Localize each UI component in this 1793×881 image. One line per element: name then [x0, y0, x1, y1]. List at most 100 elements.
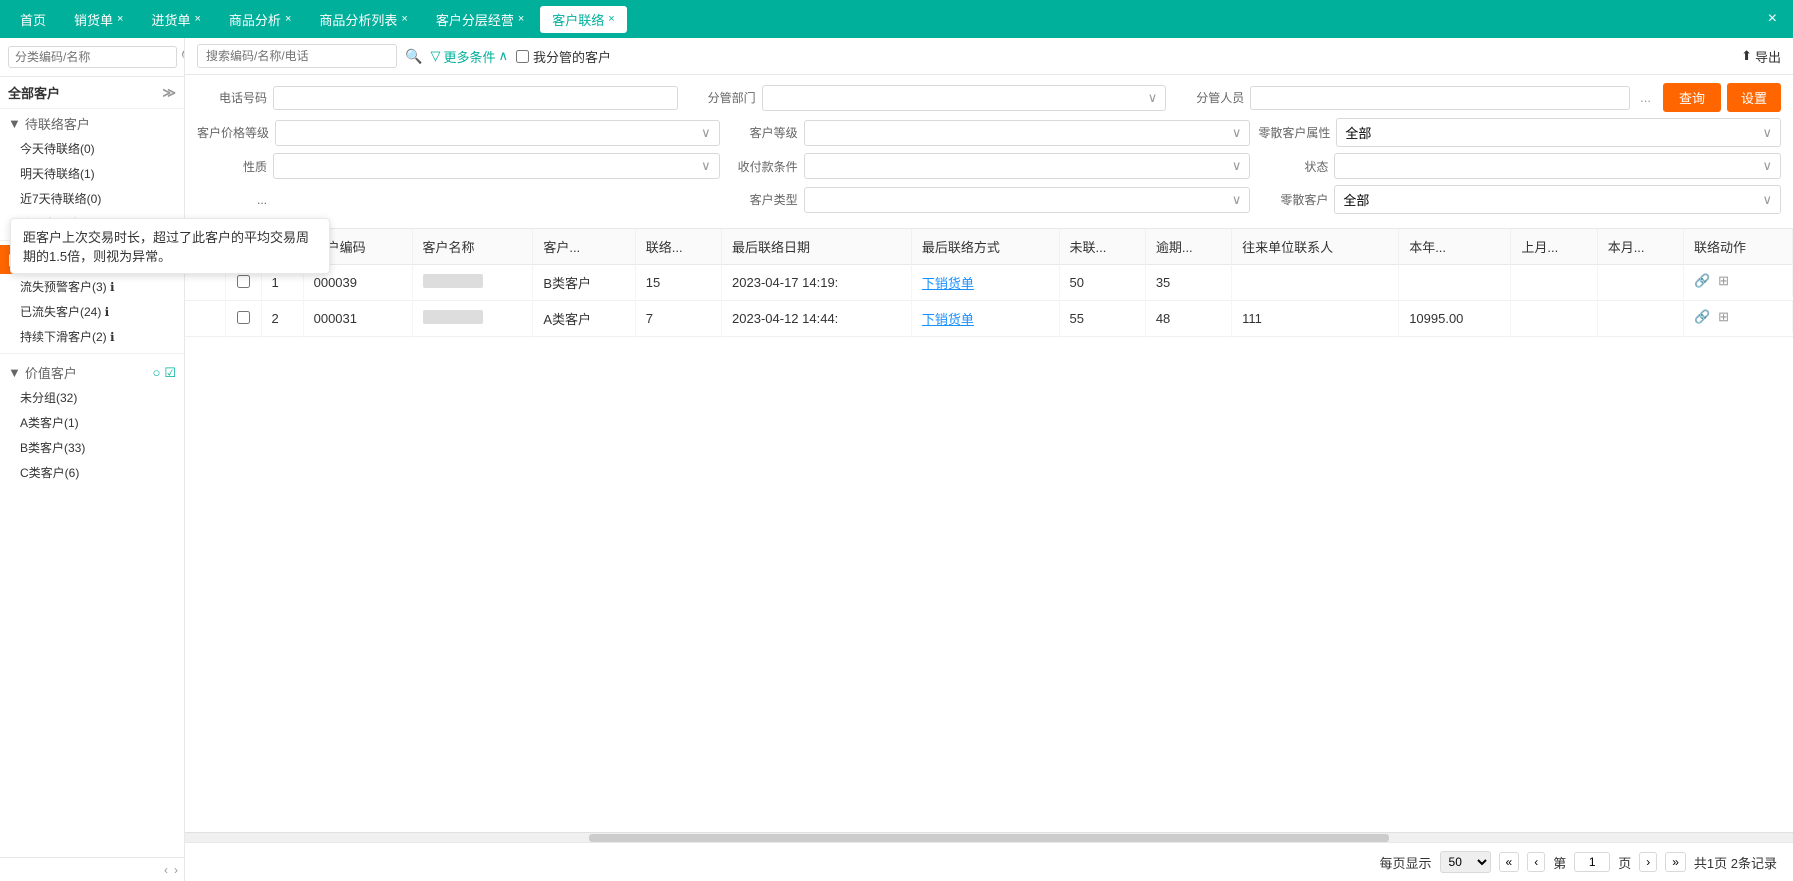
export-btn[interactable]: ⬆ 导出 — [1741, 47, 1781, 66]
sidebar-bottom-right-icon[interactable]: › — [174, 863, 178, 877]
price-grade-select[interactable]: ∨ — [275, 120, 720, 146]
sidebar-bottom: ‹ › — [0, 857, 184, 881]
sidebar-item-c-class[interactable]: C类客户(6) — [0, 460, 184, 485]
price-grade-arrow: ∨ — [701, 125, 711, 141]
nav-tab-analysis[interactable]: 商品分析 × — [217, 6, 303, 33]
customer-grade-select[interactable]: ∨ — [804, 120, 1251, 146]
sidebar-item-churn-warning[interactable]: 流失预警客户(3) ℹ — [0, 274, 184, 299]
prev-page-btn[interactable]: ‹ — [1527, 852, 1545, 872]
close-purchase-icon[interactable]: × — [194, 13, 200, 25]
export-icon: ⬆ — [1741, 48, 1752, 64]
more-conditions-btn[interactable]: ▽ 更多条件 ∧ — [430, 47, 508, 66]
extra-dots: ... — [197, 193, 267, 207]
row2-method-link[interactable]: 下销货单 — [922, 312, 974, 327]
horizontal-scrollbar[interactable] — [185, 832, 1793, 842]
manager-dots[interactable]: ... — [1640, 90, 1651, 105]
row1-type: B类客户 — [533, 265, 635, 301]
sidebar-bottom-left-icon[interactable]: ‹ — [164, 863, 168, 877]
next-page-btn[interactable]: › — [1639, 852, 1657, 872]
sidebar-divider-2 — [0, 353, 184, 354]
filter-row-4: ... 客户类型 ∨ 零散客户 全部 ∨ — [197, 185, 1781, 214]
row1-last-method: 下销货单 — [911, 265, 1059, 301]
nav-tab-customer-contact[interactable]: 客户联络 × — [540, 6, 626, 33]
row2-action-copy-icon[interactable]: ⊞ — [1718, 309, 1729, 325]
sidebar-item-ungroup[interactable]: 未分组(32) — [0, 385, 184, 410]
close-customer-contact-icon[interactable]: × — [608, 13, 614, 25]
payment-select[interactable]: ∨ — [804, 153, 1251, 179]
customer-type-select[interactable]: ∨ — [804, 187, 1251, 213]
top-nav: 首页 销货单 × 进货单 × 商品分析 × 商品分析列表 × 客户分层经营 × … — [0, 0, 1793, 38]
phone-label: 电话号码 — [197, 89, 267, 106]
main-search-icon[interactable]: 🔍 — [405, 48, 422, 65]
filter-bar: 🔍 ▽ 更多条件 ∧ 我分管的客户 ⬆ 导出 — [185, 38, 1793, 75]
sidebar-search-input[interactable] — [8, 46, 177, 68]
sidebar-item-b-class[interactable]: B类客户(33) — [0, 435, 184, 460]
dept-select[interactable]: ∨ — [762, 85, 1167, 111]
nav-tab-purchase[interactable]: 进货单 × — [139, 6, 212, 33]
nav-tab-home[interactable]: 首页 — [8, 6, 58, 33]
filter-payment-field: 收付款条件 ∨ — [728, 153, 1251, 179]
row1-name — [412, 265, 533, 301]
dept-arrow: ∨ — [1148, 90, 1158, 106]
nav-tab-customer-tier[interactable]: 客户分层经营 × — [424, 6, 536, 33]
value-config-icon[interactable]: ☑ — [164, 365, 176, 381]
retail-customer-select[interactable]: 全部 ∨ — [1334, 185, 1781, 214]
row2-checkbox — [225, 301, 261, 337]
settings-button[interactable]: 设置 — [1727, 83, 1781, 112]
col-last-month-header: 上月... — [1511, 229, 1597, 265]
status-select[interactable]: ∨ — [1334, 153, 1781, 179]
sidebar-group-value: ▼ 价值客户 ○ ☑ — [0, 358, 184, 385]
close-analysis-list-icon[interactable]: × — [401, 13, 407, 25]
my-customers-checkbox[interactable] — [516, 50, 529, 63]
sidebar-item-7days[interactable]: 近7天待联络(0) — [0, 186, 184, 211]
sidebar-item-a-class[interactable]: A类客户(1) — [0, 410, 184, 435]
row2-this-month — [1597, 301, 1683, 337]
page-input[interactable] — [1574, 852, 1610, 872]
pending-label: 待联络客户 — [25, 114, 90, 133]
last-page-btn[interactable]: » — [1665, 852, 1686, 872]
window-close-button[interactable]: × — [1760, 10, 1785, 28]
nav-tab-sales[interactable]: 销货单 × — [62, 6, 135, 33]
first-page-btn[interactable]: « — [1499, 852, 1520, 872]
collapse-icon[interactable]: ≫ — [162, 85, 176, 101]
row2-action-link-icon[interactable]: 🔗 — [1694, 309, 1710, 325]
main-search-input[interactable] — [197, 44, 397, 68]
sidebar-item-tomorrow[interactable]: 明天待联络(1) — [0, 161, 184, 186]
pending-arrow: ▼ — [8, 116, 21, 131]
sidebar-item-declining[interactable]: 持续下滑客户(2) ℹ — [0, 324, 184, 349]
row1-action-copy-icon[interactable]: ⊞ — [1718, 273, 1729, 289]
nav-tab-analysis-list[interactable]: 商品分析列表 × — [307, 6, 419, 33]
filter-extra-field: ... — [197, 193, 720, 207]
close-customer-tier-icon[interactable]: × — [518, 13, 524, 25]
col-not-contact-header: 未联... — [1059, 229, 1145, 265]
row2-actions: 🔗 ⊞ — [1684, 301, 1793, 333]
filter-manager-field: 分管人员 ... — [1174, 86, 1655, 110]
col-name-header: 客户名称 — [412, 229, 533, 265]
phone-input[interactable] — [273, 86, 678, 110]
value-edit-icon[interactable]: ○ — [152, 365, 160, 381]
customer-type-label: 客户类型 — [728, 191, 798, 208]
sidebar-item-churned[interactable]: 已流失客户(24) ℹ — [0, 299, 184, 324]
table-header-row: ⚙ 客户编码 客户名称 客户... 联络... 最后联络日期 最后联络方式 未联… — [185, 229, 1793, 265]
filter-row-3: 性质 ∨ 收付款条件 ∨ 状态 ∨ — [197, 153, 1781, 179]
nature-select[interactable]: ∨ — [273, 153, 720, 179]
col-actions-header: 联络动作 — [1683, 229, 1792, 265]
col-contacts-header: 往来单位联系人 — [1232, 229, 1399, 265]
sidebar-item-today[interactable]: 今天待联络(0) — [0, 136, 184, 161]
data-table: ⚙ 客户编码 客户名称 客户... 联络... 最后联络日期 最后联络方式 未联… — [185, 229, 1793, 337]
manager-input[interactable] — [1250, 86, 1630, 110]
row1-select[interactable] — [237, 275, 250, 288]
row1-action-link-icon[interactable]: 🔗 — [1694, 273, 1710, 289]
row2-select[interactable] — [237, 311, 250, 324]
scrollbar-thumb[interactable] — [589, 834, 1389, 842]
payment-label: 收付款条件 — [728, 158, 798, 175]
row1-method-link[interactable]: 下销货单 — [922, 276, 974, 291]
row1-this-year — [1399, 265, 1511, 301]
close-analysis-icon[interactable]: × — [285, 13, 291, 25]
scatter-attr-select[interactable]: 全部 ∨ — [1336, 118, 1781, 147]
table-row: 1 000039 B类客户 15 2023-04-17 14:19: 下销货单 … — [185, 265, 1793, 301]
close-sales-icon[interactable]: × — [117, 13, 123, 25]
query-button[interactable]: 查询 — [1663, 83, 1721, 112]
page-size-select[interactable]: 50 100 200 — [1440, 851, 1491, 873]
retail-customer-label: 零散客户 — [1258, 191, 1328, 208]
